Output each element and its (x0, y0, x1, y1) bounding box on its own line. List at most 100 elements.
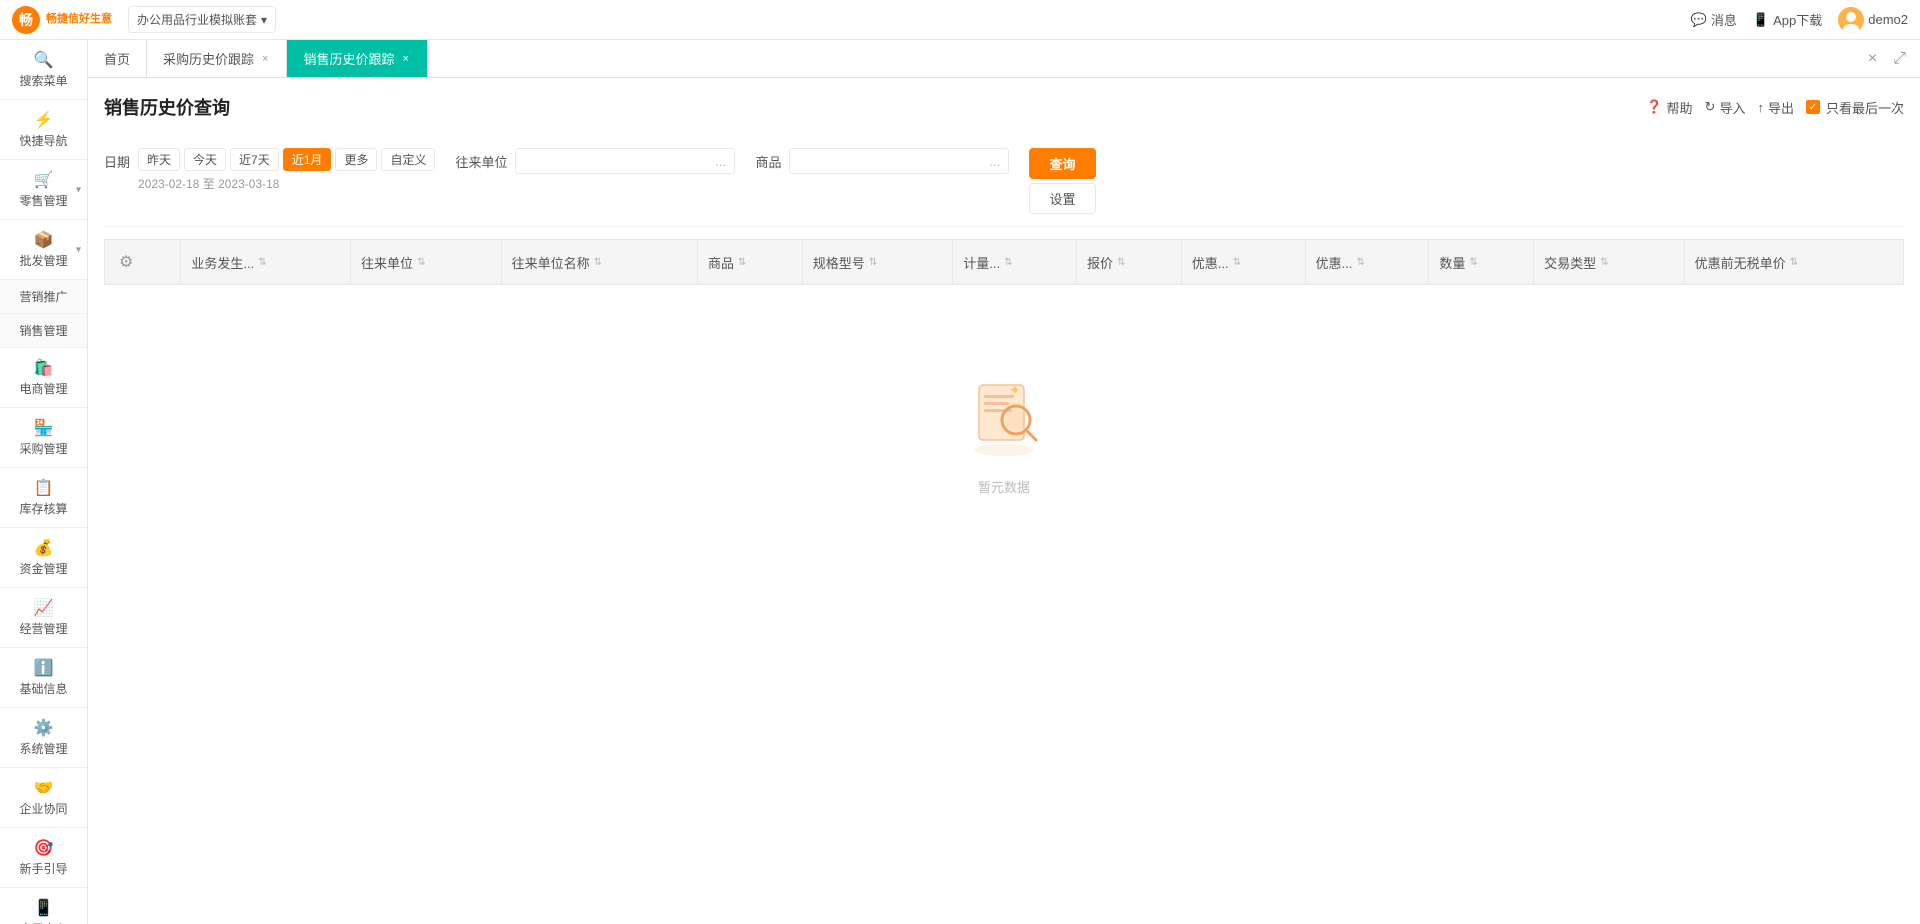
wholesale-icon: 📦 (34, 230, 54, 250)
window-maximize-button[interactable]: ⤢ (1889, 46, 1910, 72)
header-left: 畅 畅捷信好生意 办公用品行业模拟账套 ▾ (12, 6, 276, 34)
tab-home[interactable]: 首页 (88, 40, 147, 77)
empty-state: ✦ 暂元数据 (104, 285, 1904, 576)
avatar (1838, 7, 1864, 33)
sidebar-item-label: 基础信息 (19, 680, 67, 697)
date-btn-7days[interactable]: 近7天 (230, 148, 279, 171)
table-col-settings[interactable]: ⚙ (105, 240, 181, 285)
sidebar-item-label: 企业协同 (19, 800, 67, 817)
sidebar-item-quick-nav[interactable]: ⚡ 快捷导航 (0, 100, 87, 160)
sidebar-item-wholesale[interactable]: 📦 批发管理 (0, 220, 87, 280)
date-btn-custom[interactable]: 自定义 (381, 148, 435, 171)
sidebar-item-beginner-guide[interactable]: 🎯 新手引导 (0, 828, 87, 888)
sidebar-sub-item-sales[interactable]: 销售管理 (0, 314, 87, 348)
sidebar-item-label: 系统管理 (19, 740, 67, 757)
help-icon: ❓ (1646, 99, 1662, 115)
message-action[interactable]: 💬 消息 (1691, 10, 1737, 29)
table-col-trade-type[interactable]: 交易类型 ⇅ (1534, 240, 1685, 285)
page-actions: ❓ 帮助 ↻ 导入 ↑ 导出 ✓ 只看最后一次 (1646, 98, 1904, 117)
no-data-icon: ✦ (954, 365, 1054, 465)
finance-icon: 💰 (34, 538, 54, 558)
product-filter-label: 商品 (755, 148, 781, 171)
table-col-quantity[interactable]: 数量 ⇅ (1429, 240, 1534, 285)
logo-area: 畅 畅捷信好生意 (12, 6, 112, 34)
empty-illustration: ✦ (954, 365, 1054, 465)
table-col-discount2[interactable]: 优惠... ⇅ (1305, 240, 1429, 285)
product-picker-icon[interactable]: ... (989, 153, 1001, 169)
sidebar-item-search-menu[interactable]: 🔍 搜索菜单 (0, 40, 87, 100)
window-close-button[interactable]: × (1864, 46, 1881, 72)
column-settings-button[interactable]: ⚙ (115, 248, 137, 276)
sidebar-item-label: 批发管理 (19, 252, 67, 269)
product-input[interactable]: ... (789, 148, 1009, 174)
beginner-guide-icon: 🎯 (34, 838, 54, 858)
customer-input[interactable]: ... (515, 148, 735, 174)
sidebar-item-ecommerce[interactable]: 🛍️ 电商管理 (0, 348, 87, 408)
sidebar-item-system[interactable]: ⚙️ 系统管理 (0, 708, 87, 768)
app-download-action[interactable]: 📱 App下载 (1753, 10, 1822, 29)
import-link[interactable]: ↻ 导入 (1705, 98, 1746, 117)
table-header-row: ⚙ 业务发生... ⇅ 往来单位 ⇅ (105, 240, 1904, 285)
table-col-pretax-price[interactable]: 优惠前无税单价 ⇅ (1684, 240, 1903, 285)
inventory-icon: 📋 (34, 478, 54, 498)
sort-icon: ⇅ (738, 257, 746, 268)
sidebar-item-purchase[interactable]: 🏪 采购管理 (0, 408, 87, 468)
main-layout: 🔍 搜索菜单 ⚡ 快捷导航 🛒 零售管理 📦 批发管理 营销推广 销售管理 🛍️… (0, 40, 1920, 924)
export-link[interactable]: ↑ 导出 (1757, 98, 1794, 117)
table-col-spec[interactable]: 规格型号 ⇅ (802, 240, 953, 285)
date-btn-yesterday[interactable]: 昨天 (138, 148, 180, 171)
enterprise-collab-icon: 🤝 (34, 778, 54, 798)
settings-button[interactable]: 设置 (1029, 183, 1095, 214)
sidebar-item-app-center[interactable]: 📱 应用中心 (0, 888, 87, 924)
chevron-down-icon: ▾ (261, 13, 267, 27)
sidebar-item-inventory[interactable]: 📋 库存核算 (0, 468, 87, 528)
sort-icon: ⇅ (1469, 257, 1477, 268)
help-link[interactable]: ❓ 帮助 (1646, 98, 1692, 117)
sidebar-item-label: 经营管理 (19, 620, 67, 637)
date-btn-today[interactable]: 今天 (184, 148, 226, 171)
quick-nav-icon: ⚡ (34, 110, 54, 130)
table-col-discount1[interactable]: 优惠... ⇅ (1181, 240, 1305, 285)
operations-icon: 📈 (34, 598, 54, 618)
tab-sales-history[interactable]: 销售历史价跟踪 × (287, 40, 427, 77)
table-col-quote[interactable]: 报价 ⇅ (1077, 240, 1182, 285)
table-col-customer-code[interactable]: 往来单位 ⇅ (351, 240, 502, 285)
table-col-product[interactable]: 商品 ⇅ (697, 240, 802, 285)
sidebar-item-finance[interactable]: 💰 资金管理 (0, 528, 87, 588)
query-button[interactable]: 查询 (1029, 148, 1095, 179)
table-col-unit[interactable]: 计量... ⇅ (953, 240, 1077, 285)
table-col-customer-name[interactable]: 往来单位名称 ⇅ (501, 240, 697, 285)
checkbox-checked-icon: ✓ (1806, 100, 1820, 114)
sidebar-item-basic-info[interactable]: ℹ️ 基础信息 (0, 648, 87, 708)
app-logo-icon: 畅 (12, 6, 40, 34)
sort-icon: ⇅ (1600, 257, 1608, 268)
svg-text:✦: ✦ (1009, 382, 1021, 398)
date-btn-more[interactable]: 更多 (335, 148, 377, 171)
date-btn-1month[interactable]: 近1月 (283, 148, 332, 171)
sidebar-item-label: 搜索菜单 (19, 72, 67, 89)
table-col-biz-date[interactable]: 业务发生... ⇅ (181, 240, 351, 285)
sidebar-item-label: 新手引导 (19, 860, 67, 877)
sidebar-item-enterprise-collab[interactable]: 🤝 企业协同 (0, 768, 87, 828)
tab-sales-history-close[interactable]: × (400, 51, 410, 67)
date-quick-options: 昨天 今天 近7天 近1月 更多 自定义 (138, 148, 435, 171)
data-table: ⚙ 业务发生... ⇅ 往来单位 ⇅ (104, 239, 1904, 285)
product-filter-group: 商品 ... (755, 148, 1009, 174)
empty-text: 暂元数据 (978, 477, 1030, 496)
tab-purchase-history-close[interactable]: × (260, 51, 270, 67)
user-profile[interactable]: demo2 (1838, 7, 1908, 33)
page-content: 销售历史价查询 ❓ 帮助 ↻ 导入 ↑ 导出 ✓ (88, 78, 1920, 924)
date-options: 昨天 今天 近7天 近1月 更多 自定义 2023-02-18 至 2023-0… (138, 148, 435, 192)
customer-filter-label: 往来单位 (455, 148, 507, 171)
sidebar-item-operations[interactable]: 📈 经营管理 (0, 588, 87, 648)
customer-picker-icon[interactable]: ... (715, 153, 727, 169)
company-selector[interactable]: 办公用品行业模拟账套 ▾ (128, 6, 276, 33)
sidebar-item-label: 销售管理 (19, 324, 67, 338)
sidebar-item-retail[interactable]: 🛒 零售管理 (0, 160, 87, 220)
tab-purchase-history[interactable]: 采购历史价跟踪 × (147, 40, 287, 77)
sidebar-sub-item-marketing[interactable]: 营销推广 (0, 280, 87, 314)
sidebar-item-label: 应用中心 (19, 920, 67, 924)
sort-icon: ⇅ (258, 257, 266, 268)
view-last-checkbox[interactable]: ✓ 只看最后一次 (1806, 98, 1904, 117)
system-icon: ⚙️ (34, 718, 54, 738)
